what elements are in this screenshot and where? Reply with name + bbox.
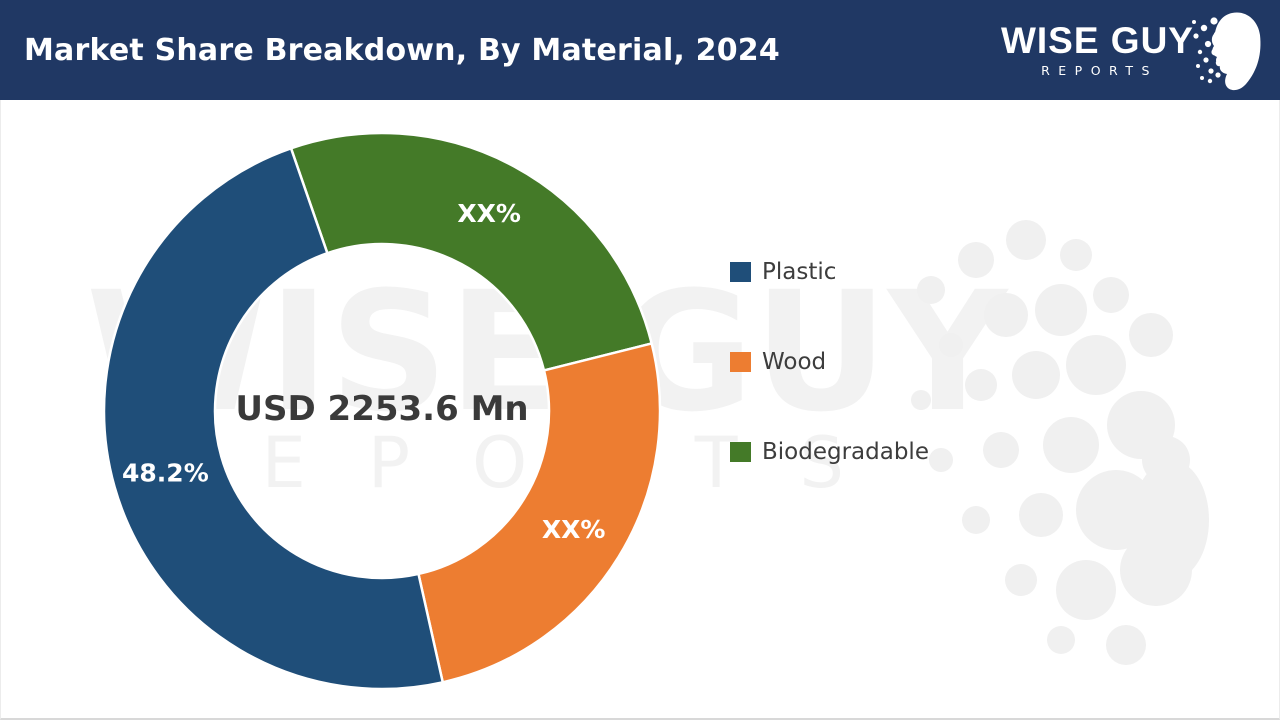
wise-guy-logo: WISE GUY REPORTS (1001, 8, 1264, 92)
legend-label: Plastic (762, 259, 837, 285)
legend-label: Wood (762, 349, 827, 375)
legend-swatch-plastic (730, 262, 751, 282)
logo-face-icon (1192, 12, 1261, 91)
segment-percent-label-plastic: 48.2% (122, 459, 209, 488)
chart-area: WISE GUY REPORTS XX% XX% 48.2% USD 2253.6 … (0, 100, 1280, 720)
segment-percent-label-wood: XX% (542, 515, 606, 544)
legend-item-biodegradable: Biodegradable (730, 439, 929, 465)
legend-label: Biodegradable (762, 439, 929, 465)
legend-swatch-wood (730, 352, 751, 372)
report-page: { "header": { "title": "Market Share Bre… (0, 0, 1280, 720)
donut-segment-biodegradable (289, 131, 653, 372)
legend-item-wood: Wood (730, 349, 929, 375)
legend: Plastic Wood Biodegradable (730, 259, 929, 529)
donut-center-value: USD 2253.6 Mn (235, 389, 529, 429)
segment-percent-label-biodegradable: XX% (457, 199, 521, 228)
header-bar: Market Share Breakdown, By Material, 202… (0, 0, 1280, 100)
logo-name: WISE GUY (1000, 20, 1194, 61)
legend-item-plastic: Plastic (730, 259, 929, 285)
page-title: Market Share Breakdown, By Material, 202… (24, 32, 780, 68)
logo-subtitle: REPORTS (1041, 63, 1158, 78)
logo-wordmark: WISE GUY REPORTS (1001, 22, 1194, 78)
legend-swatch-biodegradable (730, 442, 751, 462)
